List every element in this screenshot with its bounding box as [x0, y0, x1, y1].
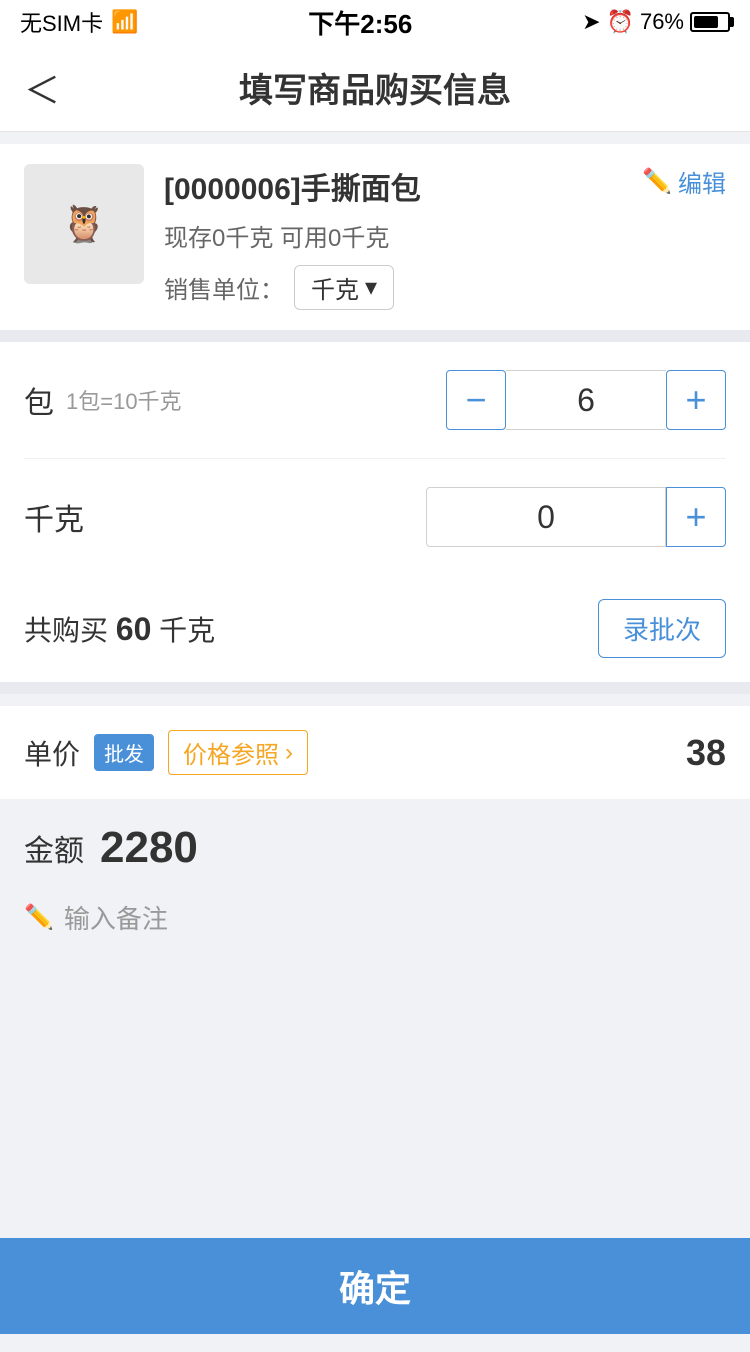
- status-right: ➤ ⏰ 76%: [582, 9, 730, 35]
- page-title: 填写商品购买信息: [239, 63, 511, 112]
- price-label: 单价: [24, 733, 80, 773]
- bao-label: 包: [24, 378, 54, 422]
- summary-row: 共购买 60 千克 录批次: [0, 575, 750, 682]
- bao-qty-row: 包 1包=10千克 − +: [24, 342, 726, 459]
- empty-space: [0, 956, 750, 1256]
- status-bar: 无SIM卡 📶 下午2:56 ➤ ⏰ 76%: [0, 0, 750, 44]
- bao-controls: − +: [446, 370, 726, 430]
- unit-label: 销售单位：: [164, 270, 284, 305]
- edit-label: 编辑: [678, 164, 726, 199]
- summary-amount: 60: [116, 611, 152, 647]
- product-info: [0000006]手撕面包 ✏️ 编辑 现存0千克 可用0千克 销售单位： 千克…: [164, 164, 726, 310]
- product-logo-icon: 🦉: [62, 203, 107, 245]
- kg-controls: +: [426, 487, 726, 547]
- divider-2: [0, 682, 750, 694]
- product-name: [0000006]手撕面包: [164, 164, 421, 208]
- pencil-icon: ✏️: [24, 903, 54, 932]
- quantity-section: 包 1包=10千克 − + 千克 +: [0, 342, 750, 575]
- confirm-button[interactable]: 确定: [0, 1238, 750, 1334]
- price-ref-label: 价格参照: [183, 735, 279, 770]
- alarm-icon: ⏰: [607, 9, 634, 35]
- unit-select[interactable]: 千克 ▾: [294, 265, 394, 310]
- battery-percent: 76%: [640, 9, 684, 35]
- price-value: 38: [686, 732, 726, 774]
- summary-text: 共购买 60 千克: [24, 609, 215, 649]
- kg-plus-button[interactable]: +: [666, 487, 726, 547]
- price-section: 单价 批发 价格参照 › 38: [0, 706, 750, 799]
- kg-qty-row: 千克 +: [24, 459, 726, 575]
- product-top-row: [0000006]手撕面包 ✏️ 编辑: [164, 164, 726, 218]
- product-image: 🦉: [24, 164, 144, 284]
- chevron-down-icon: ▾: [365, 273, 377, 302]
- summary-unit: 千克: [159, 615, 215, 646]
- price-ref-button[interactable]: 价格参照 ›: [168, 730, 308, 775]
- bao-plus-button[interactable]: +: [666, 370, 726, 430]
- kg-label: 千克: [24, 495, 84, 539]
- product-card: 🦉 [0000006]手撕面包 ✏️ 编辑 现存0千克 可用0千克 销售单位： …: [0, 144, 750, 330]
- summary-prefix: 共购买: [24, 615, 108, 646]
- location-icon: ➤: [582, 9, 600, 35]
- note-row[interactable]: ✏️ 输入备注: [24, 889, 726, 956]
- content-wrapper: 🦉 [0000006]手撕面包 ✏️ 编辑 现存0千克 可用0千克 销售单位： …: [0, 144, 750, 1352]
- amount-section: 金额 2280 ✏️ 输入备注: [0, 799, 750, 956]
- kg-input[interactable]: [426, 487, 666, 547]
- amount-row: 金额 2280: [24, 823, 726, 873]
- back-button[interactable]: ＜: [24, 62, 60, 114]
- battery-icon: [690, 12, 730, 32]
- note-placeholder: 输入备注: [64, 899, 168, 936]
- product-stock: 现存0千克 可用0千克: [164, 218, 726, 253]
- product-unit-row: 销售单位： 千克 ▾: [164, 265, 726, 310]
- divider-1: [0, 330, 750, 342]
- bao-hint: 1包=10千克: [66, 384, 182, 416]
- chevron-right-icon: ›: [285, 739, 293, 767]
- bao-input[interactable]: [506, 370, 666, 430]
- wifi-icon: 📶: [111, 9, 138, 35]
- batch-button[interactable]: 录批次: [598, 599, 726, 658]
- edit-button[interactable]: ✏️ 编辑: [642, 164, 726, 199]
- amount-label: 金额: [24, 826, 84, 870]
- status-time: 下午2:56: [308, 4, 412, 41]
- bao-minus-button[interactable]: −: [446, 370, 506, 430]
- edit-icon: ✏️: [642, 167, 672, 196]
- price-type-badge: 批发: [94, 734, 154, 771]
- bao-label-group: 包 1包=10千克: [24, 378, 182, 422]
- nav-bar: ＜ 填写商品购买信息: [0, 44, 750, 132]
- amount-value: 2280: [100, 823, 198, 873]
- status-left: 无SIM卡 📶: [20, 6, 139, 38]
- unit-value: 千克: [311, 270, 359, 305]
- carrier-text: 无SIM卡: [20, 6, 103, 38]
